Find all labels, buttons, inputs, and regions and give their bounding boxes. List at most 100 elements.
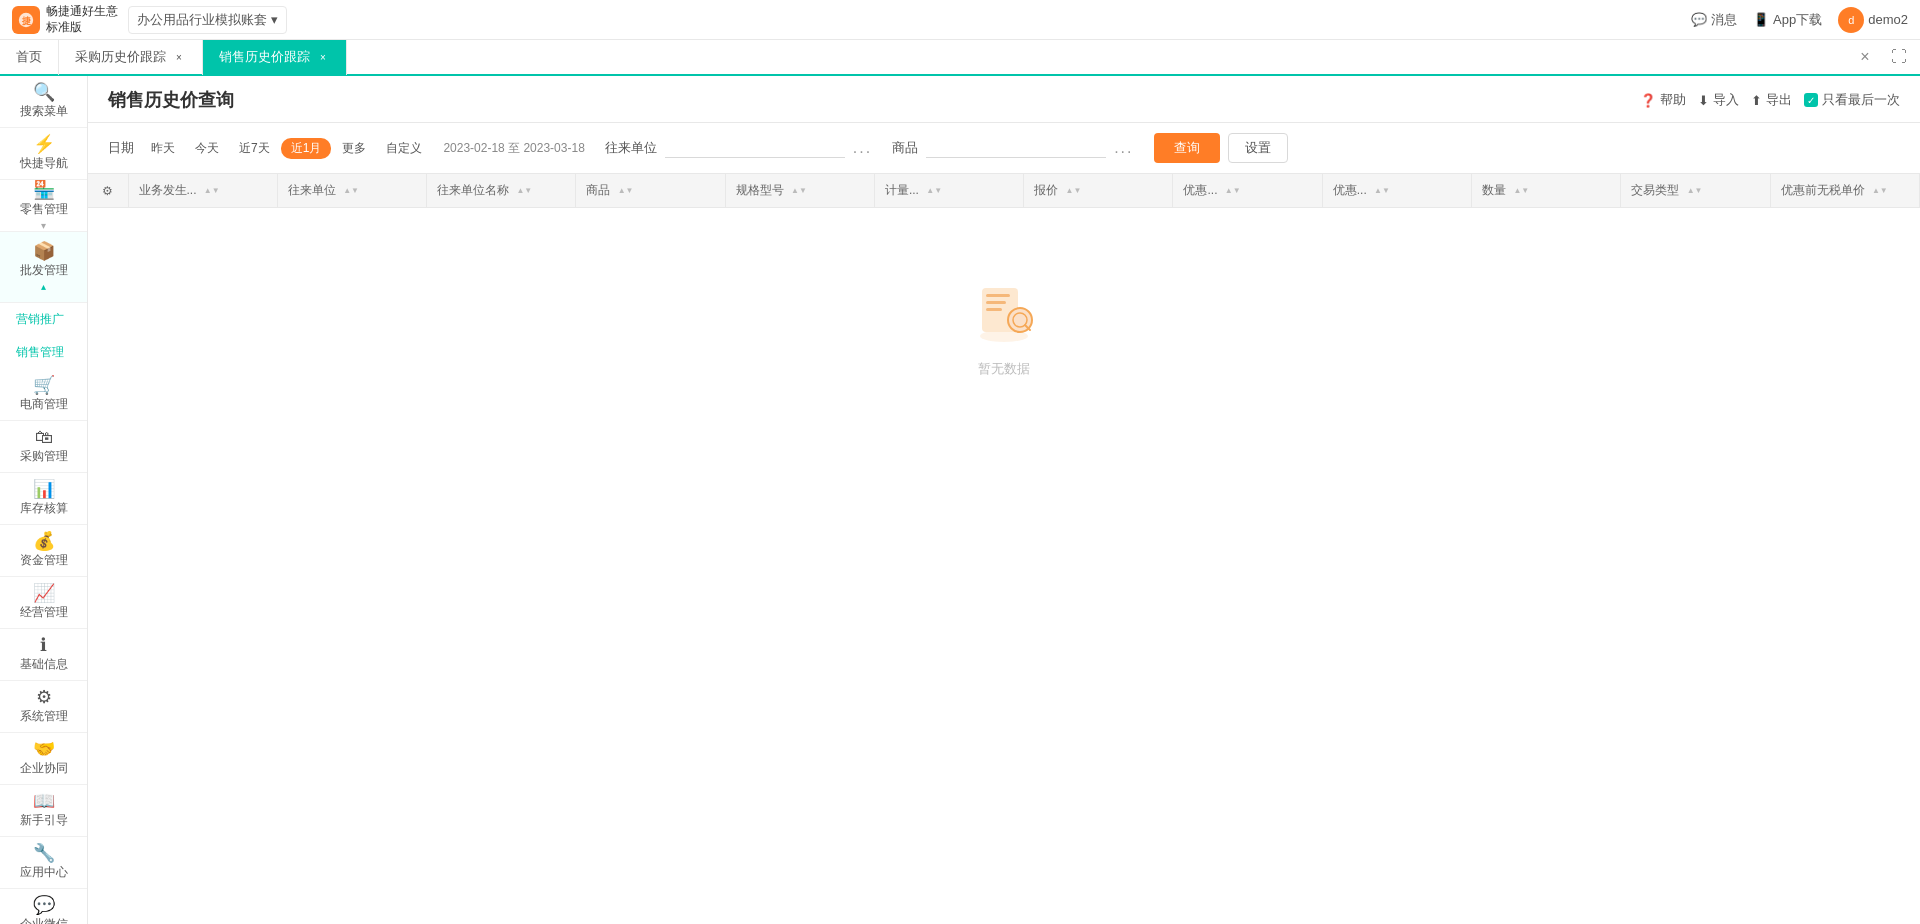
partner-dots[interactable]: ... <box>853 139 872 157</box>
date-range-text: 2023-02-18 至 2023-03-18 <box>443 140 584 157</box>
sidebar-section-wholesale: 📦 批发管理 ▴ 营销推广 销售管理 <box>0 232 87 369</box>
chevron-down-icon: ▾ <box>271 12 278 27</box>
export-icon: ⬆ <box>1751 93 1762 108</box>
table-col-settings[interactable]: ⚙ <box>88 174 128 208</box>
sidebar-item-retail[interactable]: 🏪 零售管理 ▾ <box>0 180 87 232</box>
date-btn-7days[interactable]: 近7天 <box>230 137 279 160</box>
tab-close-purchase[interactable]: × <box>172 50 186 64</box>
sidebar-item-system[interactable]: ⚙ 系统管理 <box>0 681 87 733</box>
filter-section: 日期 昨天 今天 近7天 近1月 更多 自定义 2023-02-18 至 202… <box>88 123 1920 174</box>
sidebar-item-beginner-guide[interactable]: 📖 新手引导 <box>0 785 87 837</box>
message-button[interactable]: 💬 消息 <box>1691 11 1737 29</box>
wechat-icon: 💬 <box>33 896 55 914</box>
collab-icon: 🤝 <box>33 740 55 758</box>
sort-icon: ▲▼ <box>1374 187 1390 195</box>
date-btn-custom[interactable]: 自定义 <box>377 137 431 160</box>
avatar: d <box>1838 7 1864 33</box>
system-icon: ⚙ <box>36 688 52 706</box>
import-button[interactable]: ⬇ 导入 <box>1698 91 1739 109</box>
sidebar-item-ecommerce[interactable]: 🛒 电商管理 <box>0 369 87 421</box>
table-col-business-date[interactable]: 业务发生... ▲▼ <box>128 174 277 208</box>
finance-icon: 💰 <box>33 532 55 550</box>
query-button[interactable]: 查询 <box>1154 133 1220 163</box>
sort-icon: ▲▼ <box>516 187 532 195</box>
filter-row-1: 日期 昨天 今天 近7天 近1月 更多 自定义 2023-02-18 至 202… <box>108 133 1900 163</box>
goods-dots[interactable]: ... <box>1114 139 1133 157</box>
sort-icon: ▲▼ <box>618 187 634 195</box>
date-btn-today[interactable]: 今天 <box>186 137 228 160</box>
topbar-left: 捷 畅捷通好生意 标准版 办公用品行业模拟账套 ▾ <box>12 4 287 35</box>
table-col-discount1[interactable]: 优惠... ▲▼ <box>1173 174 1322 208</box>
inventory-icon: 📊 <box>33 480 55 498</box>
app-center-icon: 🔧 <box>33 844 55 862</box>
tab-home[interactable]: 首页 <box>0 39 59 75</box>
export-button[interactable]: ⬆ 导出 <box>1751 91 1792 109</box>
sidebar-item-search[interactable]: 🔍 搜索菜单 <box>0 76 87 128</box>
table-col-trade-type[interactable]: 交易类型 ▲▼ <box>1621 174 1770 208</box>
ecommerce-icon: 🛒 <box>33 376 55 394</box>
tab-purchase-history[interactable]: 采购历史价跟踪 × <box>59 39 203 75</box>
help-icon: ❓ <box>1640 93 1656 108</box>
svg-text:捷: 捷 <box>21 15 32 25</box>
help-button[interactable]: ❓ 帮助 <box>1640 91 1686 109</box>
main-layout: 🔍 搜索菜单 ⚡ 快捷导航 🏪 零售管理 ▾ 📦 批发管理 ▴ 营销推广 销售管… <box>0 76 1920 924</box>
sidebar-item-operations[interactable]: 📈 经营管理 <box>0 577 87 629</box>
date-btn-1month[interactable]: 近1月 <box>281 138 332 159</box>
app-download-button[interactable]: 📱 App下载 <box>1753 11 1822 29</box>
date-filter-group: 日期 昨天 今天 近7天 近1月 更多 自定义 2023-02-18 至 202… <box>108 137 585 160</box>
sort-icon: ▲▼ <box>1513 187 1529 195</box>
page-title: 销售历史价查询 <box>108 88 234 112</box>
wholesale-icon: 📦 <box>33 242 55 260</box>
sidebar-item-inventory[interactable]: 📊 库存核算 <box>0 473 87 525</box>
sidebar-item-enterprise-collab[interactable]: 🤝 企业协同 <box>0 733 87 785</box>
sort-icon: ▲▼ <box>791 187 807 195</box>
empty-icon <box>964 268 1044 348</box>
import-icon: ⬇ <box>1698 93 1709 108</box>
sidebar-item-finance[interactable]: 💰 资金管理 <box>0 525 87 577</box>
table-col-unit[interactable]: 计量... ▲▼ <box>874 174 1023 208</box>
date-btn-yesterday[interactable]: 昨天 <box>142 137 184 160</box>
goods-input[interactable] <box>926 138 1106 158</box>
tabbar: 首页 采购历史价跟踪 × 销售历史价跟踪 × × ⛶ <box>0 40 1920 76</box>
operations-icon: 📈 <box>33 584 55 602</box>
partner-label: 往来单位 <box>605 139 657 157</box>
window-close-button[interactable]: × <box>1852 44 1878 70</box>
only-last-toggle[interactable]: 只看最后一次 <box>1804 91 1900 109</box>
table-col-partner-code[interactable]: 往来单位 ▲▼ <box>277 174 426 208</box>
date-btn-more[interactable]: 更多 <box>333 137 375 160</box>
empty-state: 暂无数据 <box>88 208 1920 438</box>
settings-button[interactable]: 设置 <box>1228 133 1288 163</box>
app-selector[interactable]: 办公用品行业模拟账套 ▾ <box>128 6 287 34</box>
message-icon: 💬 <box>1691 12 1707 27</box>
table-col-discount2[interactable]: 优惠... ▲▼ <box>1322 174 1471 208</box>
table-col-goods[interactable]: 商品 ▲▼ <box>576 174 725 208</box>
btn-area: 查询 设置 <box>1154 133 1288 163</box>
table-col-price[interactable]: 报价 ▲▼ <box>1024 174 1173 208</box>
sidebar-item-app-center[interactable]: 🔧 应用中心 <box>0 837 87 889</box>
quicknav-icon: ⚡ <box>33 135 55 153</box>
table-col-pretax-price[interactable]: 优惠前无税单价 ▲▼ <box>1770 174 1919 208</box>
table-col-qty[interactable]: 数量 ▲▼ <box>1472 174 1621 208</box>
chevron-up-icon: ▴ <box>41 281 46 292</box>
sidebar-item-basic-info[interactable]: ℹ 基础信息 <box>0 629 87 681</box>
table-col-partner-name[interactable]: 往来单位名称 ▲▼ <box>427 174 576 208</box>
basic-info-icon: ℹ <box>40 636 47 654</box>
tab-sales-history[interactable]: 销售历史价跟踪 × <box>203 39 347 75</box>
sidebar-item-quick-nav[interactable]: ⚡ 快捷导航 <box>0 128 87 180</box>
sidebar-sub-marketing[interactable]: 营销推广 <box>0 303 87 336</box>
sidebar-sub-sales[interactable]: 销售管理 <box>0 336 87 369</box>
window-maximize-button[interactable]: ⛶ <box>1886 44 1912 70</box>
table-col-spec[interactable]: 规格型号 ▲▼ <box>725 174 874 208</box>
only-last-checkbox <box>1804 93 1818 107</box>
sidebar-item-wholesale[interactable]: 📦 批发管理 ▴ <box>0 232 87 303</box>
user-menu[interactable]: d demo2 <box>1838 7 1908 33</box>
sidebar-item-purchase[interactable]: 🛍 采购管理 <box>0 421 87 473</box>
search-icon: 🔍 <box>33 83 55 101</box>
topbar: 捷 畅捷通好生意 标准版 办公用品行业模拟账套 ▾ 💬 消息 📱 App下载 d… <box>0 0 1920 40</box>
data-table: ⚙ 业务发生... ▲▼ 往来单位 ▲▼ 往来单位名称 ▲▼ <box>88 174 1920 438</box>
tab-close-sales[interactable]: × <box>316 50 330 64</box>
partner-input[interactable] <box>665 138 845 158</box>
sidebar-item-enterprise-wechat[interactable]: 💬 企业微信 <box>0 889 87 924</box>
download-icon: 📱 <box>1753 12 1769 27</box>
date-label: 日期 <box>108 139 134 157</box>
